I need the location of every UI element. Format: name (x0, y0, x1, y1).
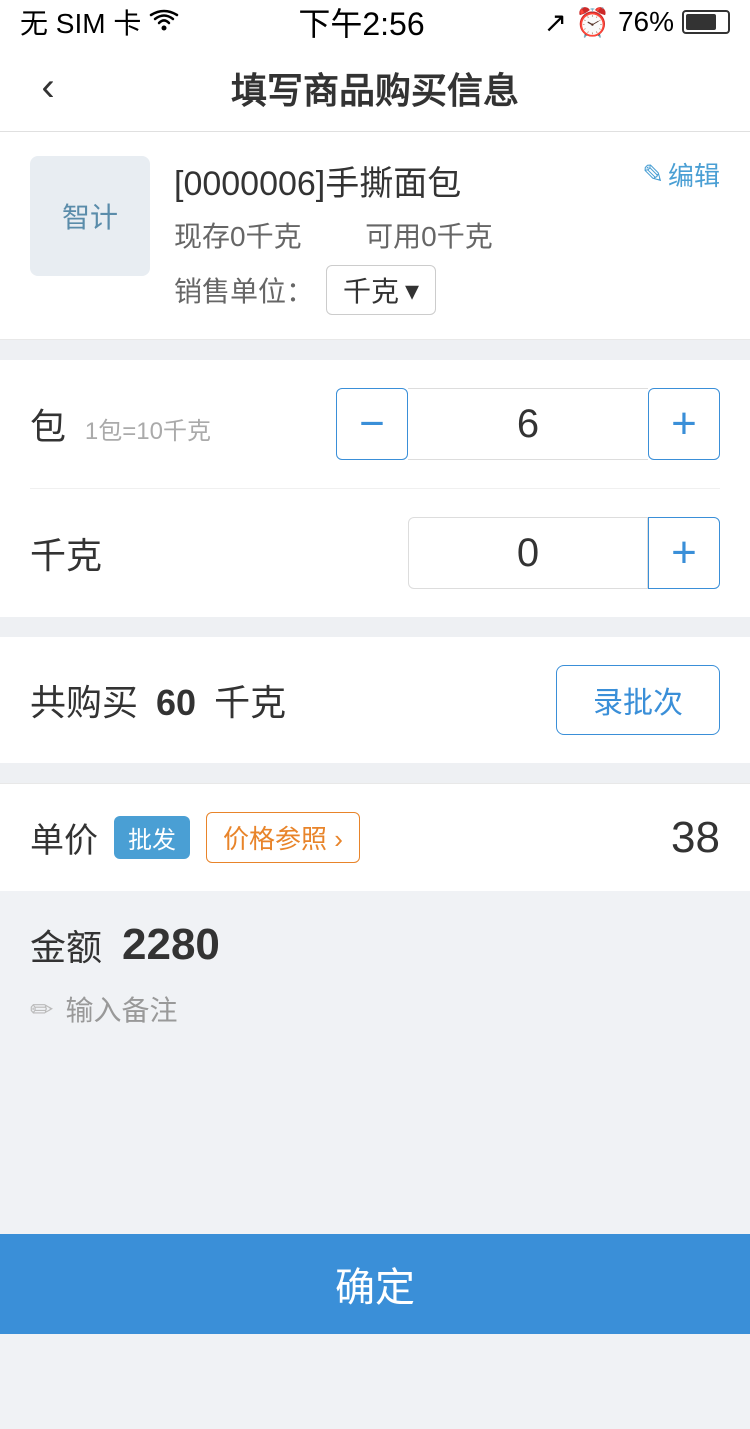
product-actions: ✎ 编辑 (642, 156, 720, 193)
note-placeholder: 输入备注 (65, 989, 177, 1029)
unit-dropdown-icon: ▾ (405, 274, 419, 307)
section-divider-2 (0, 617, 750, 637)
kg-qty-input[interactable] (408, 517, 648, 589)
kg-input-row: 千克 + (30, 489, 720, 617)
product-name: [0000006]手撕面包 (174, 156, 618, 205)
amount-row: 金额 2280 (30, 919, 720, 971)
product-logo: 智计 (62, 196, 118, 236)
status-left: 无 SIM 卡 (20, 2, 179, 42)
status-bar: 无 SIM 卡 下午2:56 ↗ ⏰ 76% (0, 0, 750, 44)
edit-button[interactable]: ✎ 编辑 (642, 156, 720, 193)
section-divider-3 (0, 763, 750, 783)
kg-plus-button[interactable]: + (648, 517, 720, 589)
unit-select[interactable]: 千克 ▾ (326, 265, 436, 315)
bag-qty-control: − + (336, 388, 720, 460)
section-divider-1 (0, 340, 750, 360)
edit-icon: ✎ (642, 159, 664, 190)
product-card: 智计 [0000006]手撕面包 现存0千克 可用0千克 销售单位： 千克 ▾ … (0, 132, 750, 340)
bag-input-row: 包 1包=10千克 − + (30, 360, 720, 489)
kg-label-container: 千克 (30, 527, 102, 579)
battery-icon (682, 10, 730, 34)
price-left: 单价 批发 价格参照 › (30, 812, 360, 863)
total-row: 共购买 60 千克 录批次 (0, 637, 750, 763)
bag-plus-button[interactable]: + (648, 388, 720, 460)
amount-section: 金额 2280 ✏ 输入备注 (0, 891, 750, 1049)
amount-label: 金额 (30, 919, 102, 971)
edit-label: 编辑 (668, 156, 720, 193)
total-label: 共购买 60 千克 (30, 682, 286, 723)
price-type-badge: 批发 (114, 816, 190, 859)
carrier-text: 无 SIM 卡 (20, 2, 141, 42)
price-value: 38 (671, 813, 720, 863)
price-ref-button[interactable]: 价格参照 › (206, 812, 360, 863)
page-title: 填写商品购买信息 (231, 62, 519, 114)
quantity-section: 包 1包=10千克 − + 千克 + (0, 360, 750, 617)
confirm-button[interactable]: 确定 (0, 1234, 750, 1334)
bag-label: 包 (30, 406, 66, 447)
alarm-icon: ⏰ (575, 6, 610, 39)
nav-bar: ‹ 填写商品购买信息 (0, 44, 750, 132)
total-amount: 60 (156, 682, 196, 723)
location-icon: ↗ (544, 6, 567, 39)
status-right: ↗ ⏰ 76% (544, 6, 730, 39)
product-stock: 现存0千克 可用0千克 (174, 215, 618, 255)
note-row[interactable]: ✏ 输入备注 (30, 989, 720, 1029)
kg-qty-control: + (408, 517, 720, 589)
product-info: [0000006]手撕面包 现存0千克 可用0千克 销售单位： 千克 ▾ (174, 156, 618, 315)
price-label: 单价 (30, 813, 98, 862)
pencil-icon: ✏ (30, 993, 53, 1026)
bag-qty-input[interactable] (408, 388, 648, 460)
status-time: 下午2:56 (298, 0, 424, 45)
product-unit-row: 销售单位： 千克 ▾ (174, 265, 618, 315)
unit-label-text: 销售单位： (174, 270, 314, 310)
available-text: 可用0千克 (365, 221, 493, 252)
kg-label: 千克 (30, 535, 102, 576)
price-row: 单价 批发 价格参照 › 38 (30, 812, 720, 863)
bag-label-container: 包 1包=10千克 (30, 398, 211, 450)
record-batch-button[interactable]: 录批次 (556, 665, 720, 735)
stock-text: 现存0千克 (174, 221, 302, 252)
battery-percent: 76% (618, 6, 674, 38)
amount-value: 2280 (122, 920, 220, 970)
total-label-container: 共购买 60 千克 (30, 674, 286, 726)
product-image: 智计 (30, 156, 150, 276)
back-button[interactable]: ‹ (24, 64, 72, 112)
bag-minus-button[interactable]: − (336, 388, 408, 460)
price-section: 单价 批发 价格参照 › 38 (0, 783, 750, 891)
unit-value: 千克 (343, 270, 399, 310)
wifi-icon (149, 6, 179, 38)
bag-hint: 1包=10千克 (85, 418, 211, 445)
